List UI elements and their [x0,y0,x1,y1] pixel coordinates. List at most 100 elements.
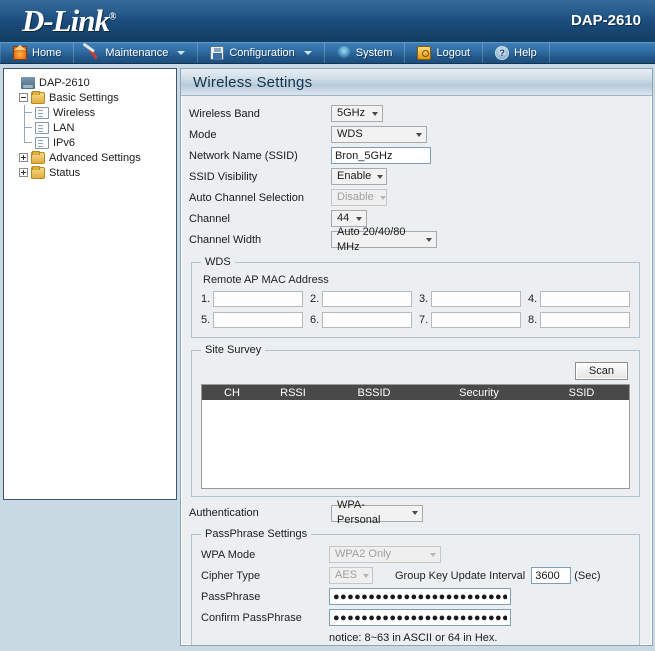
ssid-input[interactable] [331,147,431,164]
tree-node-lan[interactable]: LAN [9,120,171,135]
page-icon [35,121,49,134]
dlink-logo: D-Link® [22,3,117,38]
wds-group: WDS Remote AP MAC Address 1. 2. 3. 4. 5.… [191,256,640,338]
chevron-down-icon-configuration [303,51,312,55]
label-wireless-band: Wireless Band [189,107,260,120]
folder-icon [31,150,45,164]
menu-item-home[interactable]: Home [0,43,75,63]
field-row-ssid: Network Name (SSID) [189,145,642,166]
authentication-value: WPA-Personal [337,499,381,526]
expand-icon-advanced-settings[interactable] [19,153,28,162]
chevron-down-icon [356,216,362,221]
field-row-wireless-band: Wireless Band 5GHz [189,103,642,124]
mac-input-3[interactable] [431,291,521,307]
mac-input-4[interactable] [540,291,630,307]
sidebar: DAP-2610 Basic Settings Wireless LAN IPv… [0,64,180,649]
authentication-select[interactable]: WPA-Personal [331,499,423,526]
menu-label-help: Help [514,47,537,59]
ssid-visibility-value: Enable [337,170,372,182]
column-header-rssi: RSSI [280,386,306,399]
field-row-wpa-mode: WPA Mode WPA2 Only [201,544,630,565]
group-key-interval-input[interactable] [531,567,572,584]
chevron-down-icon-maintenance [177,51,186,55]
page-icon [35,136,49,149]
label-ssid: Network Name (SSID) [189,149,298,162]
mac-index-8: 8. [528,314,538,326]
mac-cell: 7. [419,312,521,328]
tree-line [24,112,32,113]
tree-node-advanced-settings[interactable]: Advanced Settings [9,150,171,165]
wireless-band-select[interactable]: 5GHz [331,105,383,122]
chevron-down-icon [377,174,384,179]
navigation-tree: DAP-2610 Basic Settings Wireless LAN IPv… [3,68,177,500]
menu-item-configuration[interactable]: Configuration [198,43,325,63]
mac-cell: 4. [528,291,630,307]
main-menu-bar: Home Maintenance Configuration System Lo… [0,42,655,64]
tree-label-advanced-settings: Advanced Settings [49,151,141,164]
field-row-passphrase: PassPhrase [201,586,630,607]
cipher-type-value: AES [335,569,358,581]
column-header-bssid: BSSID [357,386,391,399]
mac-input-8[interactable] [540,312,630,328]
label-cipher-type: Cipher Type [201,569,261,582]
group-key-unit: (Sec) [574,569,601,582]
device-icon [21,76,35,89]
scan-button[interactable]: Scan [574,362,628,380]
field-row-cipher-type: Cipher Type AES Group Key Update Interva… [201,565,630,586]
mac-input-7[interactable] [431,312,521,328]
menu-item-logout[interactable]: Logout [405,43,484,63]
menu-label-configuration: Configuration [229,47,295,59]
wrench-icon [86,46,100,60]
scan-row: Scan [201,362,628,380]
wireless-settings-panel: Wireless Settings Wireless Band 5GHz Mod… [180,68,653,646]
mac-input-6[interactable] [322,312,412,328]
page-root: D-Link® DAP-2610 Home Maintenance Config… [0,0,655,651]
label-mode: Mode [189,128,217,141]
site-survey-legend: Site Survey [205,344,262,356]
tree-line [24,127,32,128]
wds-legend: WDS [205,256,231,268]
tree-node-ipv6[interactable]: IPv6 [9,135,171,150]
chevron-down-icon [412,511,418,515]
settings-form: Wireless Band 5GHz Mode WDS Network Name… [181,96,652,645]
page-title: Wireless Settings [181,69,652,96]
site-survey-header-row: CH RSSI BSSID Security SSID [202,385,629,400]
chevron-down-icon [426,237,432,242]
auto-channel-value: Disable [337,191,374,203]
mac-input-5[interactable] [213,312,303,328]
menu-label-system: System [355,47,393,59]
mac-cell: 5. [201,312,303,328]
expand-icon-status[interactable] [19,168,28,177]
ssid-visibility-select[interactable]: Enable [331,168,387,185]
tree-node-wireless[interactable]: Wireless [9,105,171,120]
label-auto-channel-selection: Auto Channel Selection [189,191,304,204]
tree-node-dap-2610[interactable]: DAP-2610 [9,75,171,90]
menu-item-system[interactable]: System [325,43,406,63]
remote-ap-mac-grid: 1. 2. 3. 4. 5. 6. 7. 8. [201,291,630,328]
mode-select[interactable]: WDS [331,126,427,143]
wireless-band-value: 5GHz [337,107,366,119]
key-icon [417,46,432,60]
mac-input-2[interactable] [322,291,412,307]
menu-item-help[interactable]: ? Help [483,43,550,63]
menu-item-maintenance[interactable]: Maintenance [74,43,199,63]
mac-index-5: 5. [201,314,211,326]
main-content: Wireless Settings Wireless Band 5GHz Mod… [180,64,655,649]
mac-cell: 8. [528,312,630,328]
tree-label-wireless: Wireless [53,106,96,119]
mac-cell: 2. [310,291,412,307]
globe-icon [336,46,351,60]
label-passphrase: PassPhrase [201,590,261,603]
tree-node-basic-settings[interactable]: Basic Settings [9,90,171,105]
mac-index-4: 4. [528,293,538,305]
collapse-icon-basic-settings[interactable] [19,93,28,102]
tree-node-status[interactable]: Status [9,165,171,180]
confirm-passphrase-input[interactable] [329,609,511,626]
passphrase-input[interactable] [329,588,511,605]
site-survey-table: CH RSSI BSSID Security SSID [201,384,630,489]
mac-input-1[interactable] [213,291,303,307]
field-row-authentication: Authentication WPA-Personal [189,499,642,526]
page-icon [35,106,49,119]
channel-width-select[interactable]: Auto 20/40/80 MHz [331,226,437,253]
field-row-mode: Mode WDS [189,124,642,145]
